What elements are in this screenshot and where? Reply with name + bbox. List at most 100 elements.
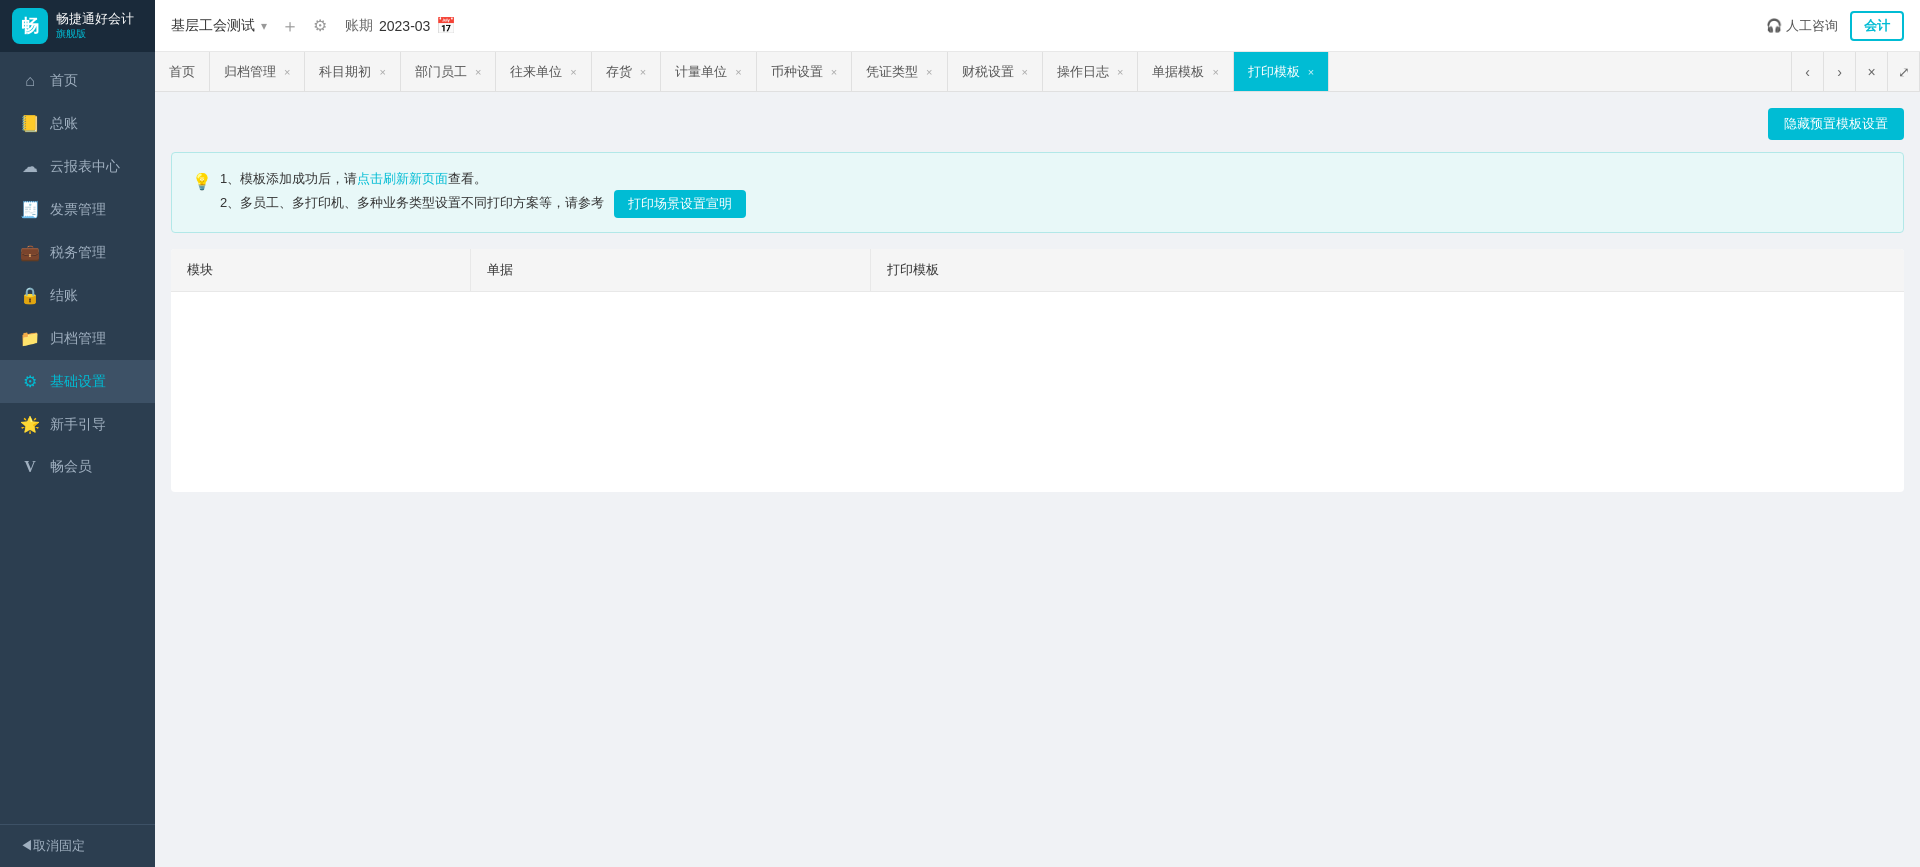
action-bar: 隐藏预置模板设置	[171, 108, 1904, 140]
sidebar-item-settings[interactable]: ⚙ 基础设置	[0, 360, 155, 403]
sidebar-item-label: 结账	[50, 287, 78, 305]
tab-dept-label: 部门员工	[415, 63, 467, 81]
company-name: 基层工会测试	[171, 17, 255, 35]
tab-partner[interactable]: 往来单位 ×	[496, 52, 591, 91]
tab-currency[interactable]: 币种设置 ×	[757, 52, 852, 91]
info-line1-after: 查看。	[448, 171, 487, 186]
kuaiji-label: 会计	[1864, 18, 1890, 33]
info-line1: 1、模板添加成功后，请点击刷新新页面查看。	[220, 167, 1883, 190]
tab-archive-close-icon[interactable]: ×	[284, 66, 290, 78]
tab-subject-close-icon[interactable]: ×	[379, 66, 385, 78]
calendar-icon[interactable]: 📅	[436, 16, 456, 35]
tab-expand-button[interactable]: ⤢	[1888, 52, 1920, 92]
home-icon: ⌂	[20, 72, 40, 90]
tab-tax-label: 财税设置	[962, 63, 1014, 81]
unpin-label: ◀取消固定	[20, 837, 85, 855]
data-table: 模块 单据 打印模板	[171, 249, 1904, 492]
sidebar-item-label: 新手引导	[50, 416, 106, 434]
sidebar-item-label: 发票管理	[50, 201, 106, 219]
tab-home[interactable]: 首页	[155, 52, 210, 91]
sidebar-item-taxmgr[interactable]: 💼 税务管理	[0, 231, 155, 274]
tab-unit-label: 计量单位	[675, 63, 727, 81]
tab-partner-close-icon[interactable]: ×	[570, 66, 576, 78]
info-box: 💡 1、模板添加成功后，请点击刷新新页面查看。 2、多员工、多打印机、多种业务类…	[171, 152, 1904, 233]
tab-partner-label: 往来单位	[510, 63, 562, 81]
info-row: 💡 1、模板添加成功后，请点击刷新新页面查看。 2、多员工、多打印机、多种业务类…	[192, 167, 1883, 218]
tab-scroll-right-button[interactable]: ›	[1824, 52, 1856, 92]
info-refresh-link[interactable]: 点击刷新新页面	[357, 171, 448, 186]
tab-currency-close-icon[interactable]: ×	[831, 66, 837, 78]
topbar-settings-icon[interactable]: ⚙	[313, 16, 327, 35]
print-scene-button[interactable]: 打印场景设置宣明	[614, 190, 746, 218]
guide-icon: 🌟	[20, 415, 40, 434]
info-line2-text: 2、多员工、多打印机、多种业务类型设置不同打印方案等，请参考	[220, 196, 604, 211]
tab-close-all-button[interactable]: ×	[1856, 52, 1888, 92]
tab-voucher[interactable]: 凭证类型 ×	[852, 52, 947, 91]
sidebar-item-invoice[interactable]: 🧾 发票管理	[0, 188, 155, 231]
tab-voucher-close-icon[interactable]: ×	[926, 66, 932, 78]
logo-icon: 畅	[12, 8, 48, 44]
reports-icon: ☁	[20, 157, 40, 176]
sidebar-item-home[interactable]: ⌂ 首页	[0, 60, 155, 102]
period-selector: 账期 2023-03 📅	[345, 16, 456, 35]
tab-currency-label: 币种设置	[771, 63, 823, 81]
tab-stock[interactable]: 存货 ×	[592, 52, 661, 91]
tab-unit[interactable]: 计量单位 ×	[661, 52, 756, 91]
sidebar-item-label: 归档管理	[50, 330, 106, 348]
sidebar-item-label: 总账	[50, 115, 78, 133]
tab-dept-close-icon[interactable]: ×	[475, 66, 481, 78]
table-body	[171, 292, 1904, 492]
sidebar-item-reports[interactable]: ☁ 云报表中心	[0, 145, 155, 188]
tab-printtemplate[interactable]: 打印模板 ×	[1234, 52, 1329, 91]
hide-template-button[interactable]: 隐藏预置模板设置	[1768, 108, 1904, 140]
tab-oplog-label: 操作日志	[1057, 63, 1109, 81]
tab-oplog[interactable]: 操作日志 ×	[1043, 52, 1138, 91]
tab-subject-label: 科目期初	[319, 63, 371, 81]
tab-scroll-left-button[interactable]: ‹	[1792, 52, 1824, 92]
sidebar-item-label: 畅会员	[50, 458, 92, 476]
settings-icon: ⚙	[20, 372, 40, 391]
sidebar-item-guide[interactable]: 🌟 新手引导	[0, 403, 155, 446]
company-selector[interactable]: 基层工会测试 ▾	[171, 17, 267, 35]
col-template: 打印模板	[871, 249, 1904, 291]
sidebar-item-ledger[interactable]: 📒 总账	[0, 102, 155, 145]
tab-home-label: 首页	[169, 63, 195, 81]
add-tab-button[interactable]: ＋	[277, 14, 303, 38]
tab-subject[interactable]: 科目期初 ×	[305, 52, 400, 91]
topbar: 基层工会测试 ▾ ＋ ⚙ 账期 2023-03 📅 🎧 人工咨询 会计	[155, 0, 1920, 52]
invoice-icon: 🧾	[20, 200, 40, 219]
sidebar-item-close[interactable]: 🔒 结账	[0, 274, 155, 317]
tab-stock-close-icon[interactable]: ×	[640, 66, 646, 78]
topbar-right: 🎧 人工咨询 会计	[1766, 11, 1904, 41]
sidebar-item-archivemgr[interactable]: 📁 归档管理	[0, 317, 155, 360]
tab-archive-label: 归档管理	[224, 63, 276, 81]
kuaiji-button[interactable]: 会计	[1850, 11, 1904, 41]
content-area: 隐藏预置模板设置 💡 1、模板添加成功后，请点击刷新新页面查看。 2、多员工、多…	[155, 92, 1920, 867]
tab-oplog-close-icon[interactable]: ×	[1117, 66, 1123, 78]
col-doc: 单据	[471, 249, 871, 291]
unpin-sidebar-button[interactable]: ◀取消固定	[0, 824, 155, 867]
tab-dept[interactable]: 部门员工 ×	[401, 52, 496, 91]
tab-archive[interactable]: 归档管理 ×	[210, 52, 305, 91]
tab-voucher-label: 凭证类型	[866, 63, 918, 81]
logo-subtitle: 旗舰版	[56, 27, 134, 41]
sidebar-item-label: 基础设置	[50, 373, 106, 391]
period-value: 2023-03	[379, 18, 430, 34]
tab-unit-close-icon[interactable]: ×	[735, 66, 741, 78]
tab-tax[interactable]: 财税设置 ×	[948, 52, 1043, 91]
tab-tax-close-icon[interactable]: ×	[1022, 66, 1028, 78]
close-account-icon: 🔒	[20, 286, 40, 305]
tabbar: 首页 归档管理 × 科目期初 × 部门员工 × 往来单位 × 存货 × 计量单位…	[155, 52, 1920, 92]
info-bulb-icon: 💡	[192, 168, 212, 197]
archive-icon: 📁	[20, 329, 40, 348]
sidebar-item-label: 首页	[50, 72, 78, 90]
tab-singlebill-close-icon[interactable]: ×	[1212, 66, 1218, 78]
sidebar-item-label: 税务管理	[50, 244, 106, 262]
vip-icon: V	[20, 458, 40, 476]
help-button[interactable]: 🎧 人工咨询	[1766, 17, 1838, 35]
tab-singlebill[interactable]: 单据模板 ×	[1138, 52, 1233, 91]
tab-printtemplate-close-icon[interactable]: ×	[1308, 66, 1314, 78]
sidebar-item-vip[interactable]: V 畅会员	[0, 446, 155, 488]
logo-text-block: 畅捷通好会计 旗舰版	[56, 11, 134, 42]
taxmgr-icon: 💼	[20, 243, 40, 262]
